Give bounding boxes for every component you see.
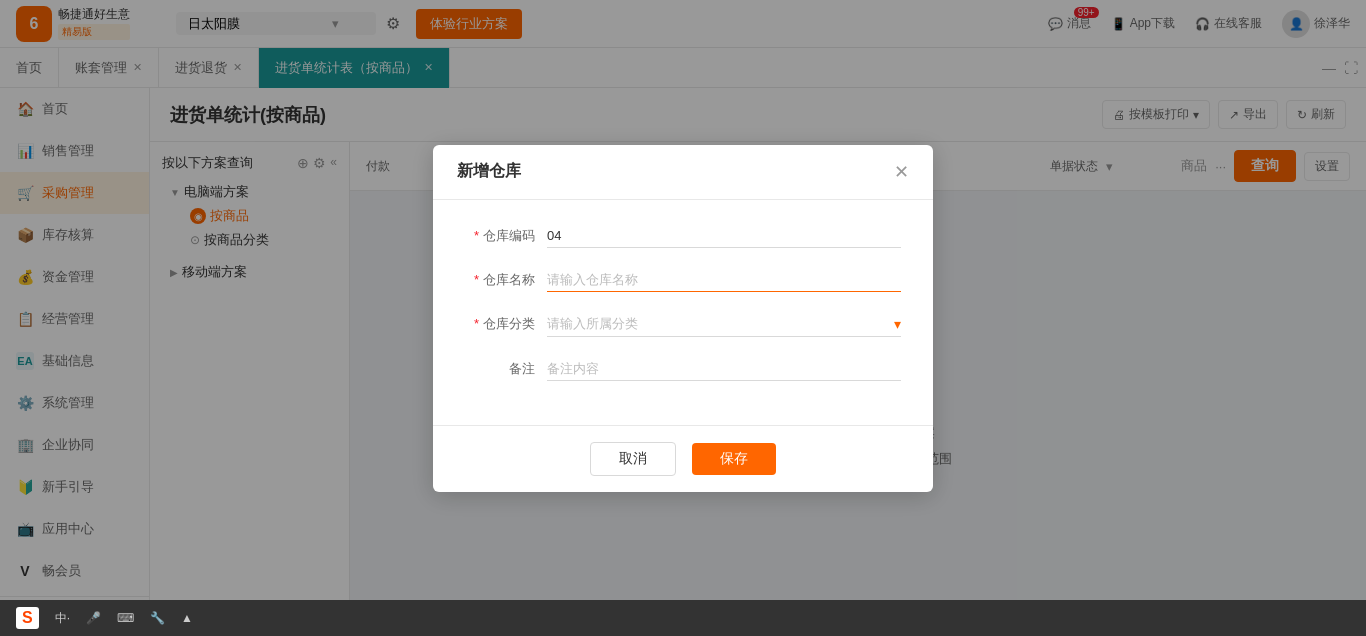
category-dropdown-icon[interactable]: ▾: [894, 316, 901, 332]
name-label: 仓库名称: [465, 271, 535, 289]
new-warehouse-dialog: 新增仓库 ✕ 仓库编码 仓库名称 仓库分类 ▾: [433, 145, 933, 492]
form-row-code: 仓库编码: [465, 224, 901, 248]
dialog-close-icon[interactable]: ✕: [894, 161, 909, 183]
note-input[interactable]: [547, 357, 901, 381]
code-label: 仓库编码: [465, 227, 535, 245]
category-input[interactable]: [547, 316, 894, 331]
bottom-keyboard-icon[interactable]: ⌨: [117, 611, 134, 625]
name-input[interactable]: [547, 268, 901, 292]
dialog-footer: 取消 保存: [433, 425, 933, 492]
bottom-logo: S: [16, 607, 39, 629]
dialog-title: 新增仓库: [457, 161, 521, 182]
bottom-settings-icon[interactable]: 🔧: [150, 611, 165, 625]
category-select[interactable]: ▾: [547, 312, 901, 337]
form-row-name: 仓库名称: [465, 268, 901, 292]
dialog-body: 仓库编码 仓库名称 仓库分类 ▾ 备注: [433, 200, 933, 425]
bottom-bar: S 中· 🎤 ⌨ 🔧 ▲: [0, 600, 1366, 636]
form-row-note: 备注: [465, 357, 901, 381]
category-label: 仓库分类: [465, 315, 535, 333]
save-button[interactable]: 保存: [692, 443, 776, 475]
note-label: 备注: [465, 360, 535, 378]
cancel-button[interactable]: 取消: [590, 442, 676, 476]
form-row-category: 仓库分类 ▾: [465, 312, 901, 337]
bottom-mic-icon[interactable]: 🎤: [86, 611, 101, 625]
bottom-help-icon[interactable]: ▲: [181, 611, 193, 625]
code-input[interactable]: [547, 224, 901, 248]
modal-overlay: 新增仓库 ✕ 仓库编码 仓库名称 仓库分类 ▾: [0, 0, 1366, 636]
bottom-lang[interactable]: 中·: [55, 610, 70, 627]
dialog-header: 新增仓库 ✕: [433, 145, 933, 200]
